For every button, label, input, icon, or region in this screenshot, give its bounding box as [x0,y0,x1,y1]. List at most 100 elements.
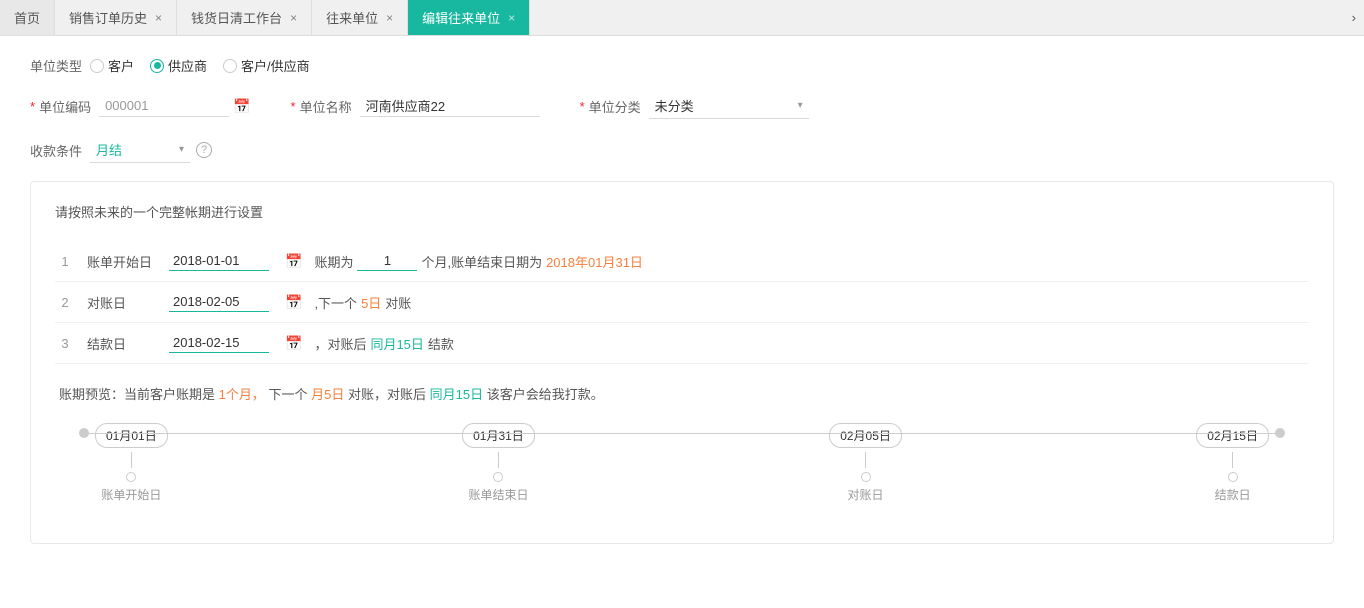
unit-category-select[interactable]: 未分类 ▾ [649,93,809,119]
preview-h3: 同月15日 [430,387,483,402]
timeline-point-4: 02月15日 结款日 [1196,423,1269,503]
timeline-point-2: 01月31日 账单结束日 [462,423,535,503]
preview-prefix: 账期预览：当前客户账期是 [59,387,215,402]
tab-cash-work-label: 钱货日清工作台 [191,8,282,27]
timeline-label-2: 账单结束日 [468,486,528,503]
tab-overflow-button[interactable]: › [1344,0,1364,35]
row3-after: 结款 [428,334,454,353]
timeline-end-dot [1275,428,1285,438]
preview-h2: 月5日 [311,387,344,402]
row1-label: 账单开始日 [87,252,157,271]
unit-name-input[interactable] [360,95,540,117]
radio-both-circle [223,59,237,73]
category-chevron-icon: ▾ [798,100,803,111]
row2-num: 2 [55,295,75,310]
code-required: * [30,99,35,114]
preview-text: 账期预览：当前客户账期是 1个月， 下一个 月5日 对账，对账后 同月15日 该… [55,384,1309,403]
tab-home[interactable]: 首页 [0,0,55,35]
timeline: 01月01日 账单开始日 01月31日 账单结束日 02月05日 [55,423,1309,503]
settlement-row: 3 结款日 📅 ，对账后 同月15日 结款 [55,323,1309,364]
row2-after: 对账 [385,293,411,312]
account-start-row: 1 账单开始日 📅 账期为 个月,账单结束日期为 2018年01月31日 [55,241,1309,282]
tab-cash-work[interactable]: 钱货日清工作台 × [177,0,312,35]
unit-code-input[interactable] [99,95,229,117]
timeline-connector-4 [1232,452,1233,468]
timeline-line [85,433,1279,434]
main-content: 单位类型 客户 供应商 客户/供应商 * 单位编码 📅 * 单位名称 [0,36,1364,608]
unit-type-row: 单位类型 客户 供应商 客户/供应商 [30,56,1334,75]
payment-help-icon[interactable]: ? [196,142,212,158]
tab-edit-partner[interactable]: 编辑往来单位 × [408,0,530,35]
row1-num: 1 [55,254,75,269]
radio-both-label: 客户/供应商 [241,56,310,75]
radio-customer-label: 客户 [108,56,134,75]
row3-label: 结款日 [87,334,157,353]
unit-category-label: 单位分类 [589,97,641,116]
payment-value: 月结 [96,140,175,159]
row1-desc-after: 个月,账单结束日期为 [421,252,542,271]
unit-category-value: 未分类 [655,96,794,115]
timeline-connector-2 [498,452,499,468]
tab-bar: 首页 销售订单历史 × 钱货日清工作台 × 往来单位 × 编辑往来单位 × › [0,0,1364,36]
timeline-point-1: 01月01日 账单开始日 [95,423,168,503]
period-input[interactable] [357,251,417,271]
tab-partner-label: 往来单位 [326,8,378,27]
tab-edit-partner-label: 编辑往来单位 [422,8,500,27]
panel-hint: 请按照未来的一个完整帐期进行设置 [55,202,1309,221]
timeline-bubble-2: 01月31日 [462,423,535,448]
payment-select[interactable]: 月结 ▾ [90,137,190,163]
tab-sales-history[interactable]: 销售订单历史 × [55,0,177,35]
setting-panel: 请按照未来的一个完整帐期进行设置 1 账单开始日 📅 账期为 个月,账单结束日期… [30,181,1334,544]
tab-partner-close[interactable]: × [386,11,393,25]
timeline-connector-1 [131,452,132,468]
tab-home-label: 首页 [14,8,40,27]
unit-code-icon[interactable]: 📅 [233,98,250,115]
code-name-row: * 单位编码 📅 * 单位名称 * 单位分类 未分类 ▾ [30,93,1334,119]
reconcile-date-input[interactable] [169,292,269,312]
timeline-dot-3 [861,472,871,482]
row1-desc-before: 账期为 [314,252,353,271]
settlement-date-calendar-icon[interactable]: 📅 [285,335,302,352]
timeline-bubble-3: 02月05日 [829,423,902,448]
unit-type-label: 单位类型 [30,56,82,75]
timeline-connector-3 [865,452,866,468]
preview-suffix: 该客户会给我打款。 [487,387,604,402]
row2-highlight: 5日 [361,293,381,312]
row2-desc: ,下一个 5日 对账 [314,293,411,312]
start-date-calendar-icon[interactable]: 📅 [285,253,302,270]
row2-before: ,下一个 [314,293,357,312]
radio-supplier-label: 供应商 [168,56,207,75]
tab-sales-history-close[interactable]: × [155,11,162,25]
tab-partner[interactable]: 往来单位 × [312,0,408,35]
timeline-label-1: 账单开始日 [101,486,161,503]
row1-highlight: 2018年01月31日 [546,252,643,271]
radio-customer[interactable]: 客户 [90,56,134,75]
radio-supplier-circle [150,59,164,73]
timeline-dot-4 [1228,472,1238,482]
tab-sales-history-label: 销售订单历史 [69,8,147,27]
row3-num: 3 [55,336,75,351]
payment-chevron-icon: ▾ [179,144,184,155]
timeline-label-3: 对账日 [848,486,884,503]
unit-name-label: 单位名称 [300,97,352,116]
category-required: * [580,99,585,114]
row2-label: 对账日 [87,293,157,312]
tab-cash-work-close[interactable]: × [290,11,297,25]
payment-label: 收款条件 [30,141,82,160]
tab-edit-partner-close[interactable]: × [508,11,515,25]
name-required: * [291,99,296,114]
timeline-point-3: 02月05日 对账日 [829,423,902,503]
start-date-input[interactable] [169,251,269,271]
timeline-dot-1 [126,472,136,482]
timeline-points: 01月01日 账单开始日 01月31日 账单结束日 02月05日 [85,423,1279,503]
radio-both[interactable]: 客户/供应商 [223,56,310,75]
settlement-date-input[interactable] [169,333,269,353]
radio-supplier[interactable]: 供应商 [150,56,207,75]
reconcile-row: 2 对账日 📅 ,下一个 5日 对账 [55,282,1309,323]
timeline-bubble-4: 02月15日 [1196,423,1269,448]
row3-highlight: 同月15日 [370,334,423,353]
radio-customer-circle [90,59,104,73]
timeline-dot-2 [493,472,503,482]
timeline-label-4: 结款日 [1215,486,1251,503]
reconcile-date-calendar-icon[interactable]: 📅 [285,294,302,311]
